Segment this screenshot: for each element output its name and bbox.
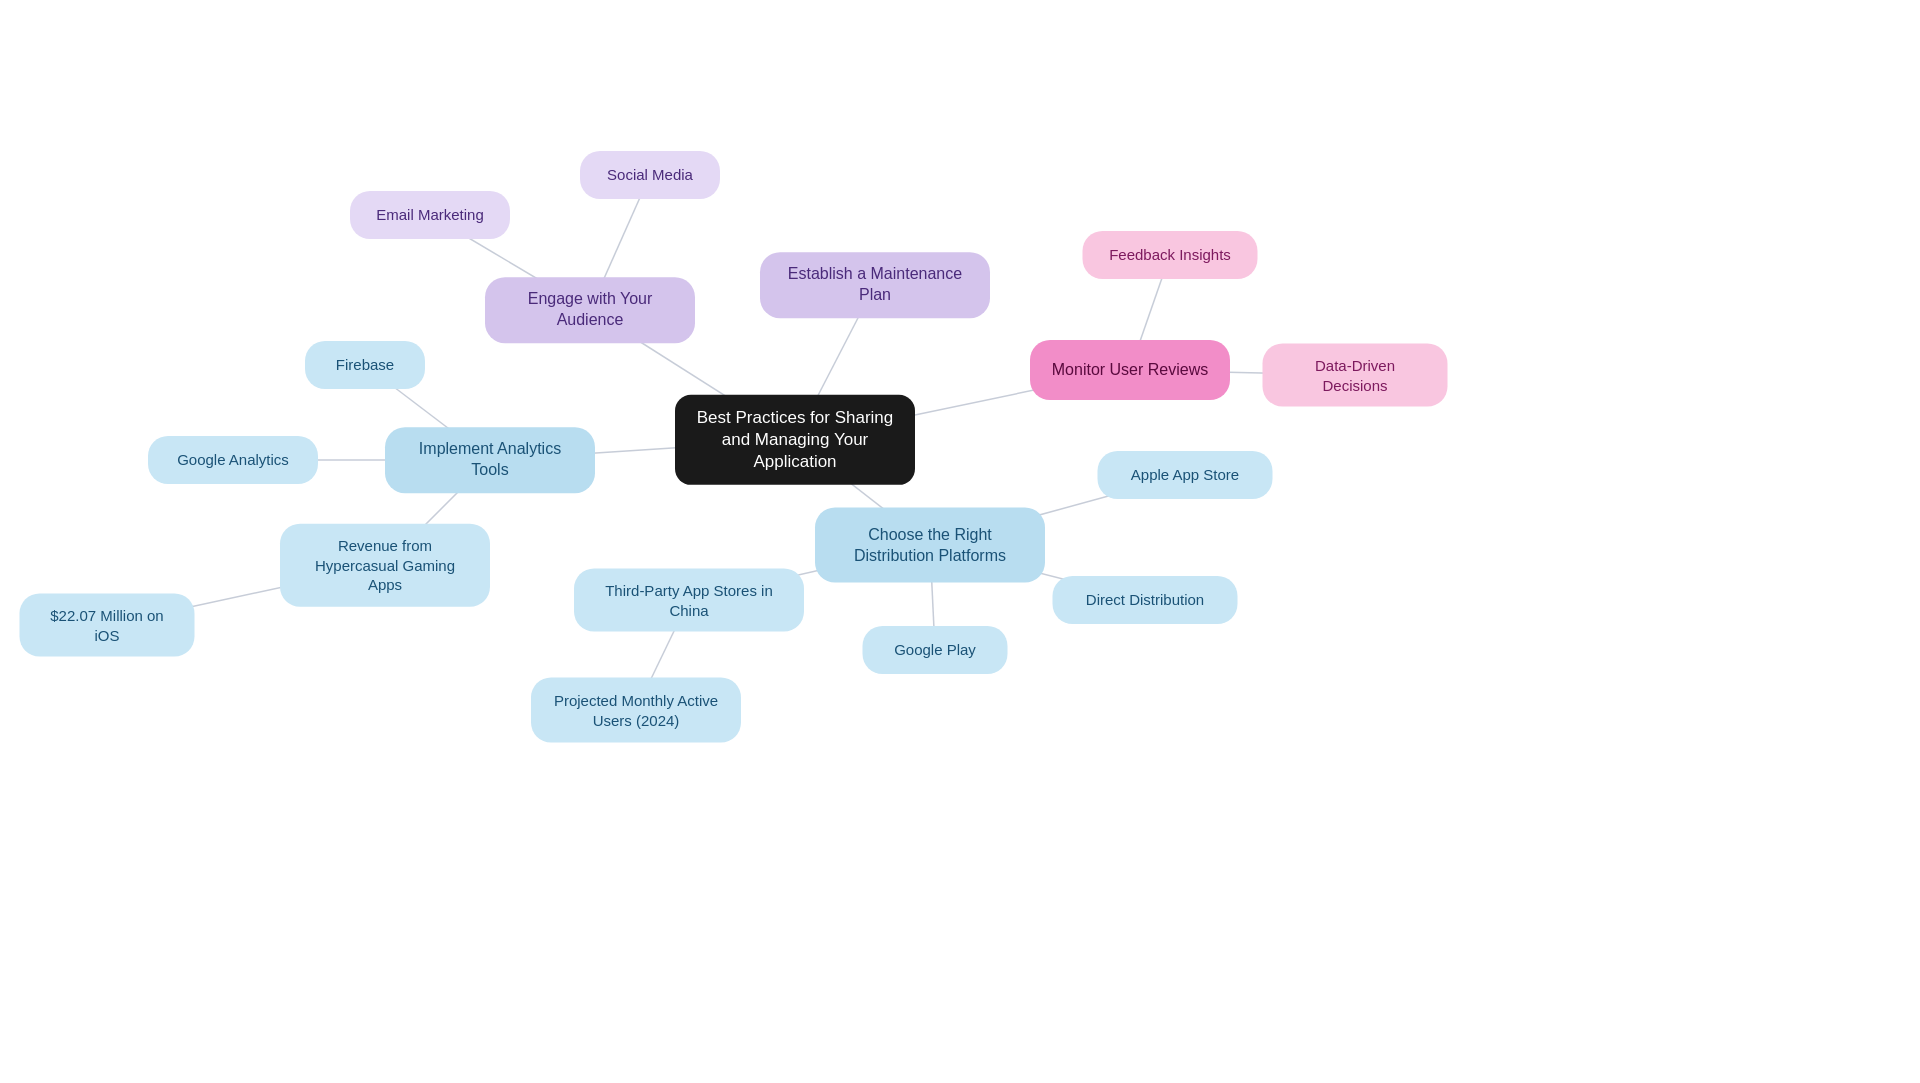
node-direct-distribution[interactable]: Direct Distribution (1053, 576, 1238, 624)
node-social-media[interactable]: Social Media (580, 151, 720, 199)
center-node[interactable]: Best Practices for Sharing and Managing … (675, 395, 915, 485)
node-projected-users[interactable]: Projected Monthly Active Users (2024) (531, 678, 741, 743)
node-engage[interactable]: Engage with Your Audience (485, 277, 695, 343)
node-firebase[interactable]: Firebase (305, 341, 425, 389)
node-choose-distribution[interactable]: Choose the Right Distribution Platforms (815, 508, 1045, 583)
node-feedback-insights[interactable]: Feedback Insights (1083, 231, 1258, 279)
node-email-marketing[interactable]: Email Marketing (350, 191, 510, 239)
node-implement-analytics[interactable]: Implement Analytics Tools (385, 427, 595, 493)
mindmap-container: Best Practices for Sharing and Managing … (0, 0, 1920, 1083)
node-google-play[interactable]: Google Play (863, 626, 1008, 674)
node-revenue-gaming[interactable]: Revenue from Hypercasual Gaming Apps (280, 524, 490, 607)
node-establish-maintenance[interactable]: Establish a Maintenance Plan (760, 252, 990, 318)
node-apple-store[interactable]: Apple App Store (1098, 451, 1273, 499)
node-data-driven[interactable]: Data-Driven Decisions (1263, 344, 1448, 407)
node-google-analytics[interactable]: Google Analytics (148, 436, 318, 484)
node-third-party-china[interactable]: Third-Party App Stores in China (574, 569, 804, 632)
node-ios-revenue[interactable]: $22.07 Million on iOS (20, 594, 195, 657)
node-monitor-reviews[interactable]: Monitor User Reviews (1030, 340, 1230, 400)
